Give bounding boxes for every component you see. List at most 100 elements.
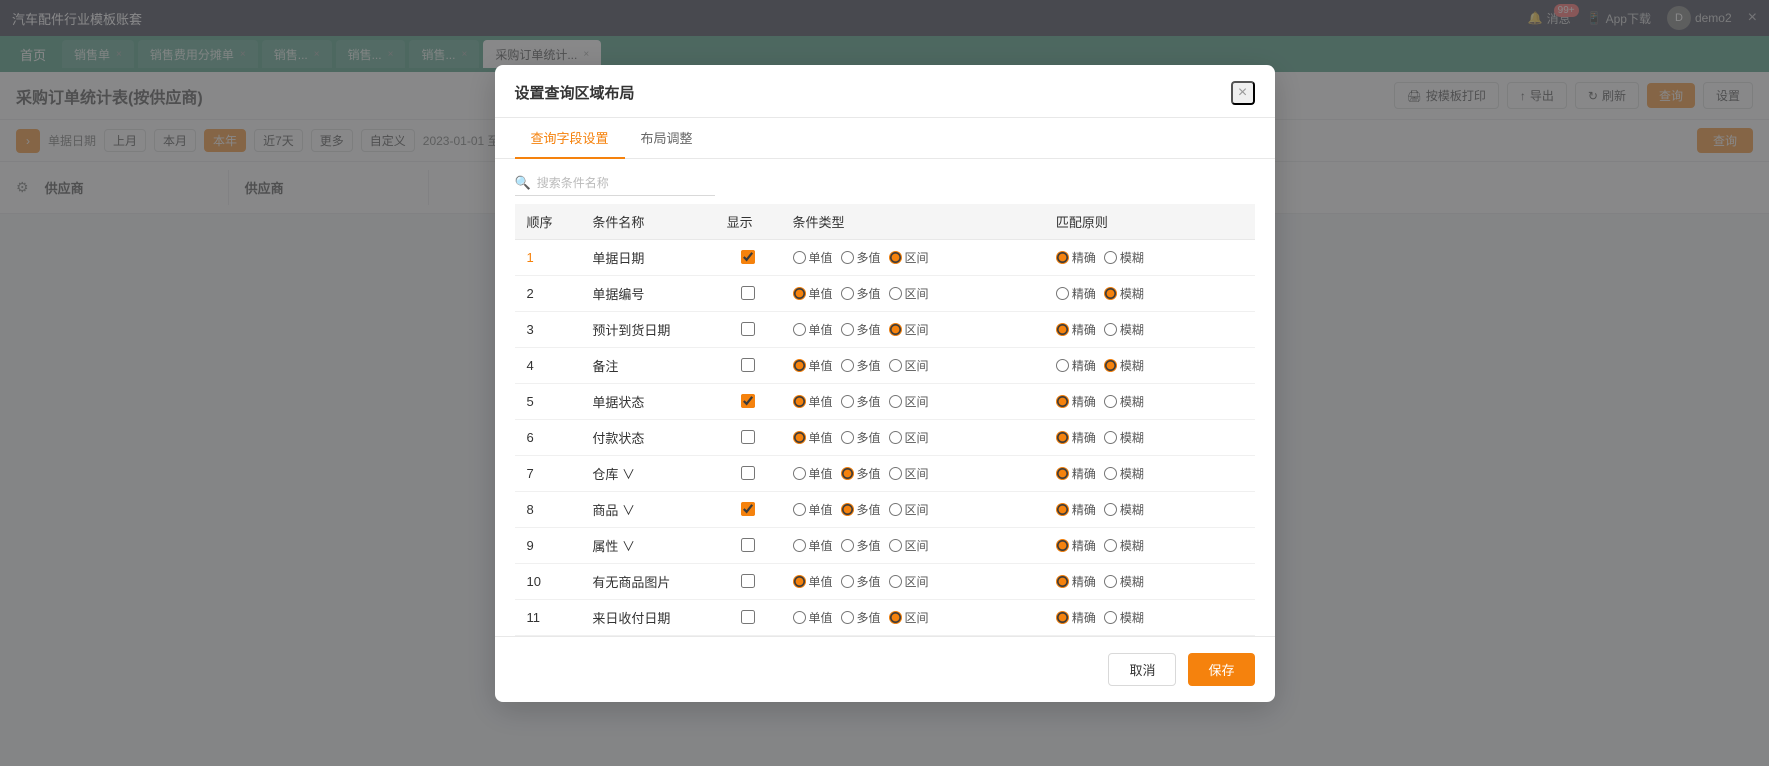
- row-type[interactable]: 单值多值区间: [781, 563, 1044, 599]
- match-radio-match_fuzzy[interactable]: 模糊: [1104, 537, 1144, 554]
- type-radio-type_multi[interactable]: 多值: [841, 249, 881, 266]
- type-radio-type_range[interactable]: 区间: [889, 249, 929, 266]
- row-display[interactable]: [715, 491, 781, 527]
- row-match[interactable]: 精确模糊: [1044, 383, 1255, 419]
- type-radio-type_multi[interactable]: 多值: [841, 285, 881, 302]
- type-radio-type_single[interactable]: 单值: [793, 393, 833, 410]
- type-radio-type_range[interactable]: 区间: [889, 393, 929, 410]
- row-type[interactable]: 单值多值区间: [781, 455, 1044, 491]
- type-radio-type_multi[interactable]: 多值: [841, 573, 881, 590]
- display-checkbox[interactable]: [741, 466, 755, 480]
- type-radio-type_single[interactable]: 单值: [793, 321, 833, 338]
- type-radio-type_multi[interactable]: 多值: [841, 357, 881, 374]
- row-match[interactable]: 精确模糊: [1044, 599, 1255, 635]
- display-checkbox[interactable]: [741, 574, 755, 588]
- row-display[interactable]: [715, 455, 781, 491]
- type-radio-type_single[interactable]: 单值: [793, 249, 833, 266]
- cancel-btn[interactable]: 取消: [1108, 653, 1176, 686]
- type-radio-type_single[interactable]: 单值: [793, 357, 833, 374]
- row-match[interactable]: 精确模糊: [1044, 347, 1255, 383]
- row-type[interactable]: 单值多值区间: [781, 419, 1044, 455]
- row-display[interactable]: [715, 599, 781, 635]
- row-match[interactable]: 精确模糊: [1044, 311, 1255, 347]
- type-radio-type_single[interactable]: 单值: [793, 537, 833, 554]
- type-radio-type_multi[interactable]: 多值: [841, 501, 881, 518]
- match-radio-match_exact[interactable]: 精确: [1056, 573, 1096, 590]
- row-match[interactable]: 精确模糊: [1044, 275, 1255, 311]
- display-checkbox[interactable]: [741, 358, 755, 372]
- match-radio-match_fuzzy[interactable]: 模糊: [1104, 321, 1144, 338]
- display-checkbox[interactable]: [741, 430, 755, 444]
- type-radio-type_multi[interactable]: 多值: [841, 321, 881, 338]
- type-radio-type_range[interactable]: 区间: [889, 573, 929, 590]
- row-match[interactable]: 精确模糊: [1044, 491, 1255, 527]
- match-radio-match_exact[interactable]: 精确: [1056, 609, 1096, 626]
- match-radio-match_fuzzy[interactable]: 模糊: [1104, 357, 1144, 374]
- type-radio-type_range[interactable]: 区间: [889, 285, 929, 302]
- type-radio-type_single[interactable]: 单值: [793, 609, 833, 626]
- row-display[interactable]: [715, 419, 781, 455]
- type-radio-type_multi[interactable]: 多值: [841, 429, 881, 446]
- match-radio-match_fuzzy[interactable]: 模糊: [1104, 429, 1144, 446]
- type-radio-type_multi[interactable]: 多值: [841, 393, 881, 410]
- match-radio-match_fuzzy[interactable]: 模糊: [1104, 609, 1144, 626]
- match-radio-match_exact[interactable]: 精确: [1056, 285, 1096, 302]
- save-btn[interactable]: 保存: [1188, 653, 1254, 686]
- match-radio-match_fuzzy[interactable]: 模糊: [1104, 285, 1144, 302]
- type-radio-type_single[interactable]: 单值: [793, 285, 833, 302]
- type-radio-type_multi[interactable]: 多值: [841, 609, 881, 626]
- type-radio-type_single[interactable]: 单值: [793, 501, 833, 518]
- type-radio-type_single[interactable]: 单值: [793, 465, 833, 482]
- row-match[interactable]: 精确模糊: [1044, 455, 1255, 491]
- match-radio-match_exact[interactable]: 精确: [1056, 465, 1096, 482]
- match-radio-match_exact[interactable]: 精确: [1056, 321, 1096, 338]
- row-display[interactable]: [715, 347, 781, 383]
- type-radio-type_range[interactable]: 区间: [889, 429, 929, 446]
- row-display[interactable]: [715, 563, 781, 599]
- row-type[interactable]: 单值多值区间: [781, 491, 1044, 527]
- row-match[interactable]: 精确模糊: [1044, 419, 1255, 455]
- search-input[interactable]: [537, 176, 697, 190]
- row-type[interactable]: 单值多值区间: [781, 599, 1044, 635]
- modal-tab-query-fields[interactable]: 查询字段设置: [515, 118, 625, 159]
- type-radio-type_range[interactable]: 区间: [889, 501, 929, 518]
- match-radio-match_fuzzy[interactable]: 模糊: [1104, 249, 1144, 266]
- type-radio-type_multi[interactable]: 多值: [841, 465, 881, 482]
- row-type[interactable]: 单值多值区间: [781, 527, 1044, 563]
- match-radio-match_fuzzy[interactable]: 模糊: [1104, 393, 1144, 410]
- match-radio-match_exact[interactable]: 精确: [1056, 501, 1096, 518]
- row-match[interactable]: 精确模糊: [1044, 239, 1255, 275]
- type-radio-type_single[interactable]: 单值: [793, 429, 833, 446]
- row-type[interactable]: 单值多值区间: [781, 383, 1044, 419]
- type-radio-type_range[interactable]: 区间: [889, 609, 929, 626]
- match-radio-match_fuzzy[interactable]: 模糊: [1104, 501, 1144, 518]
- type-radio-type_range[interactable]: 区间: [889, 357, 929, 374]
- row-display[interactable]: [715, 383, 781, 419]
- type-radio-type_range[interactable]: 区间: [889, 465, 929, 482]
- row-type[interactable]: 单值多值区间: [781, 275, 1044, 311]
- match-radio-match_fuzzy[interactable]: 模糊: [1104, 573, 1144, 590]
- type-radio-type_range[interactable]: 区间: [889, 537, 929, 554]
- row-match[interactable]: 精确模糊: [1044, 527, 1255, 563]
- modal-tab-layout[interactable]: 布局调整: [625, 118, 709, 159]
- display-checkbox[interactable]: [741, 394, 755, 408]
- match-radio-match_exact[interactable]: 精确: [1056, 537, 1096, 554]
- display-checkbox[interactable]: [741, 322, 755, 336]
- display-checkbox[interactable]: [741, 250, 755, 264]
- row-type[interactable]: 单值多值区间: [781, 311, 1044, 347]
- display-checkbox[interactable]: [741, 538, 755, 552]
- match-radio-match_exact[interactable]: 精确: [1056, 249, 1096, 266]
- match-radio-match_fuzzy[interactable]: 模糊: [1104, 465, 1144, 482]
- row-type[interactable]: 单值多值区间: [781, 347, 1044, 383]
- match-radio-match_exact[interactable]: 精确: [1056, 357, 1096, 374]
- row-display[interactable]: [715, 275, 781, 311]
- match-radio-match_exact[interactable]: 精确: [1056, 429, 1096, 446]
- modal-close-btn[interactable]: ×: [1231, 81, 1255, 105]
- row-type[interactable]: 单值多值区间: [781, 239, 1044, 275]
- display-checkbox[interactable]: [741, 610, 755, 624]
- type-radio-type_single[interactable]: 单值: [793, 573, 833, 590]
- display-checkbox[interactable]: [741, 286, 755, 300]
- type-radio-type_multi[interactable]: 多值: [841, 537, 881, 554]
- match-radio-match_exact[interactable]: 精确: [1056, 393, 1096, 410]
- row-display[interactable]: [715, 239, 781, 275]
